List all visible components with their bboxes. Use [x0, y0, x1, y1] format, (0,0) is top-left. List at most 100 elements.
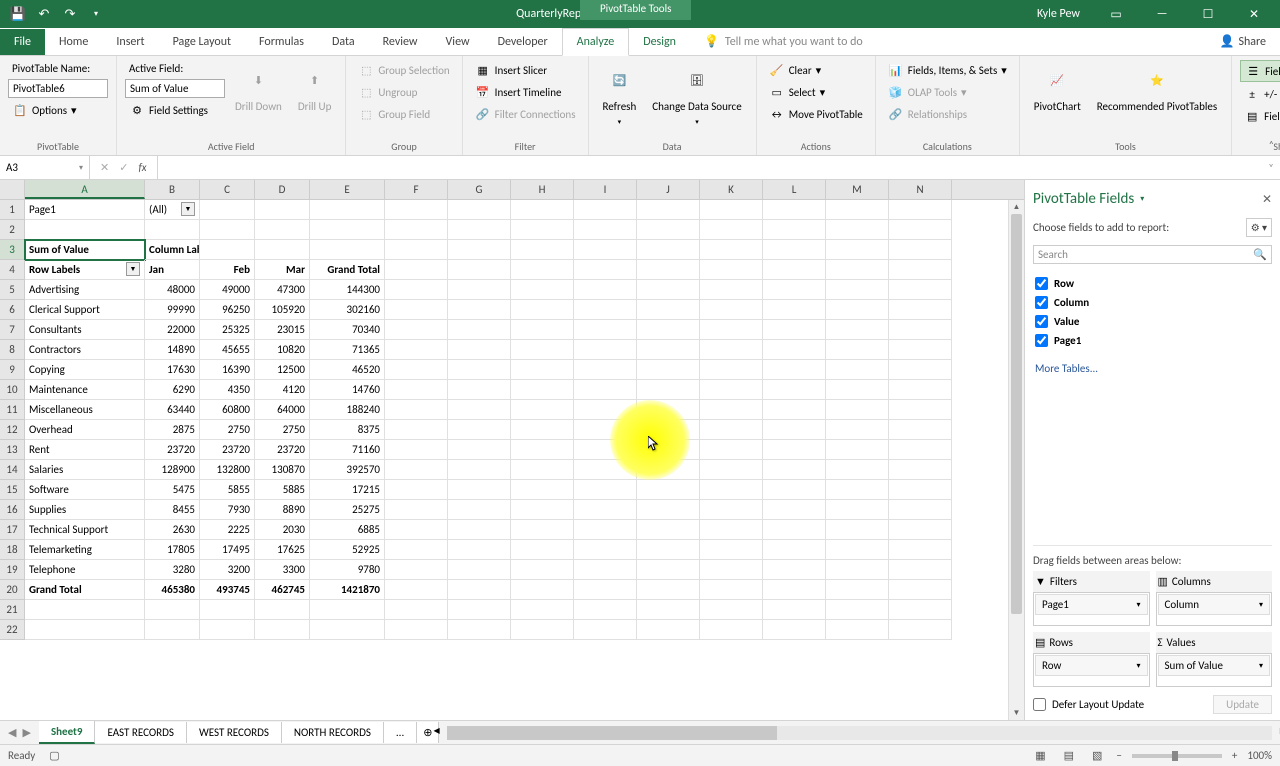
cell[interactable]: Sum of Value: [25, 240, 145, 260]
field-search-input[interactable]: Search🔍: [1033, 245, 1272, 264]
area-item-column[interactable]: Column▾: [1158, 594, 1271, 615]
scroll-up-icon[interactable]: ▲: [1009, 200, 1024, 214]
tab-review[interactable]: Review: [369, 29, 432, 55]
cell[interactable]: [448, 320, 511, 340]
cell[interactable]: [511, 200, 574, 220]
cell[interactable]: [511, 500, 574, 520]
cell[interactable]: Salaries: [25, 460, 145, 480]
qat-customize-icon[interactable]: ▾: [88, 6, 104, 22]
field-checkbox[interactable]: [1035, 296, 1048, 309]
cell[interactable]: Feb: [200, 260, 255, 280]
cell[interactable]: 64000: [255, 400, 310, 420]
row-header[interactable]: 18: [0, 540, 25, 560]
cell[interactable]: 47300: [255, 280, 310, 300]
active-field-input[interactable]: [125, 79, 225, 98]
cell[interactable]: 46520: [310, 360, 385, 380]
cell[interactable]: [448, 300, 511, 320]
cell[interactable]: [700, 300, 763, 320]
cell[interactable]: Copying: [25, 360, 145, 380]
cell[interactable]: 5885: [255, 480, 310, 500]
cell[interactable]: [763, 440, 826, 460]
cell[interactable]: [385, 340, 448, 360]
cell[interactable]: [763, 220, 826, 240]
cell[interactable]: [889, 340, 952, 360]
cell[interactable]: [637, 520, 700, 540]
col-header[interactable]: D: [255, 180, 310, 199]
field-item[interactable]: Page1: [1033, 331, 1272, 350]
cell[interactable]: [763, 420, 826, 440]
tab-formulas[interactable]: Formulas: [245, 29, 318, 55]
col-header[interactable]: L: [763, 180, 826, 199]
cell[interactable]: [200, 200, 255, 220]
cell[interactable]: 130870: [255, 460, 310, 480]
cell[interactable]: [511, 400, 574, 420]
cell[interactable]: [763, 520, 826, 540]
cell[interactable]: [763, 600, 826, 620]
cell[interactable]: [637, 460, 700, 480]
cell[interactable]: [385, 400, 448, 420]
cell[interactable]: 25325: [200, 320, 255, 340]
cell[interactable]: [511, 540, 574, 560]
cell[interactable]: Telephone: [25, 560, 145, 580]
close-pane-icon[interactable]: ✕: [1262, 192, 1272, 207]
row-header[interactable]: 17: [0, 520, 25, 540]
cell[interactable]: [889, 580, 952, 600]
cell[interactable]: [763, 260, 826, 280]
cell[interactable]: [255, 600, 310, 620]
cell[interactable]: [637, 480, 700, 500]
cell[interactable]: 14890: [145, 340, 200, 360]
col-header[interactable]: J: [637, 180, 700, 199]
cell[interactable]: [511, 480, 574, 500]
cell[interactable]: [511, 360, 574, 380]
cell[interactable]: 45655: [200, 340, 255, 360]
cell[interactable]: [385, 360, 448, 380]
cell[interactable]: [310, 240, 385, 260]
user-name[interactable]: Kyle Pew: [1037, 7, 1090, 21]
cell[interactable]: 465380: [145, 580, 200, 600]
view-page-break-icon[interactable]: ▧: [1088, 747, 1106, 764]
cell[interactable]: [763, 340, 826, 360]
cell[interactable]: [826, 440, 889, 460]
cell[interactable]: [700, 620, 763, 640]
row-header[interactable]: 15: [0, 480, 25, 500]
sheet-nav-prev-icon[interactable]: ◀: [8, 726, 16, 739]
cell[interactable]: [511, 380, 574, 400]
chevron-down-icon[interactable]: ▾: [1140, 194, 1144, 204]
row-header[interactable]: 5: [0, 280, 25, 300]
cell[interactable]: [826, 300, 889, 320]
tab-file[interactable]: File: [0, 29, 45, 55]
col-header[interactable]: I: [574, 180, 637, 199]
cell[interactable]: [574, 200, 637, 220]
cell[interactable]: [763, 240, 826, 260]
cell[interactable]: Grand Total: [310, 260, 385, 280]
cell[interactable]: [826, 560, 889, 580]
cell[interactable]: [700, 380, 763, 400]
pivottable-name-input[interactable]: [8, 79, 108, 98]
cell[interactable]: 3300: [255, 560, 310, 580]
cell[interactable]: 5855: [200, 480, 255, 500]
select-button[interactable]: ▭Select ▾: [765, 82, 867, 102]
cell[interactable]: [448, 520, 511, 540]
tab-view[interactable]: View: [432, 29, 484, 55]
cell[interactable]: [889, 220, 952, 240]
cell[interactable]: [574, 380, 637, 400]
cell[interactable]: Advertising: [25, 280, 145, 300]
field-list-button[interactable]: ☰Field List: [1240, 60, 1280, 82]
macro-record-icon[interactable]: ▢: [49, 749, 59, 762]
cell[interactable]: 493745: [200, 580, 255, 600]
cell[interactable]: [763, 400, 826, 420]
cell[interactable]: [700, 320, 763, 340]
cell[interactable]: Software: [25, 480, 145, 500]
cell[interactable]: [826, 240, 889, 260]
cell[interactable]: [637, 320, 700, 340]
row-header[interactable]: 16: [0, 500, 25, 520]
row-header[interactable]: 20: [0, 580, 25, 600]
cell[interactable]: [574, 360, 637, 380]
cell[interactable]: [700, 360, 763, 380]
cell[interactable]: [826, 580, 889, 600]
cell[interactable]: 23720: [200, 440, 255, 460]
cell[interactable]: [889, 260, 952, 280]
tell-me[interactable]: 💡Tell me what you want to do: [690, 28, 877, 55]
cell[interactable]: [700, 460, 763, 480]
cell[interactable]: 4120: [255, 380, 310, 400]
